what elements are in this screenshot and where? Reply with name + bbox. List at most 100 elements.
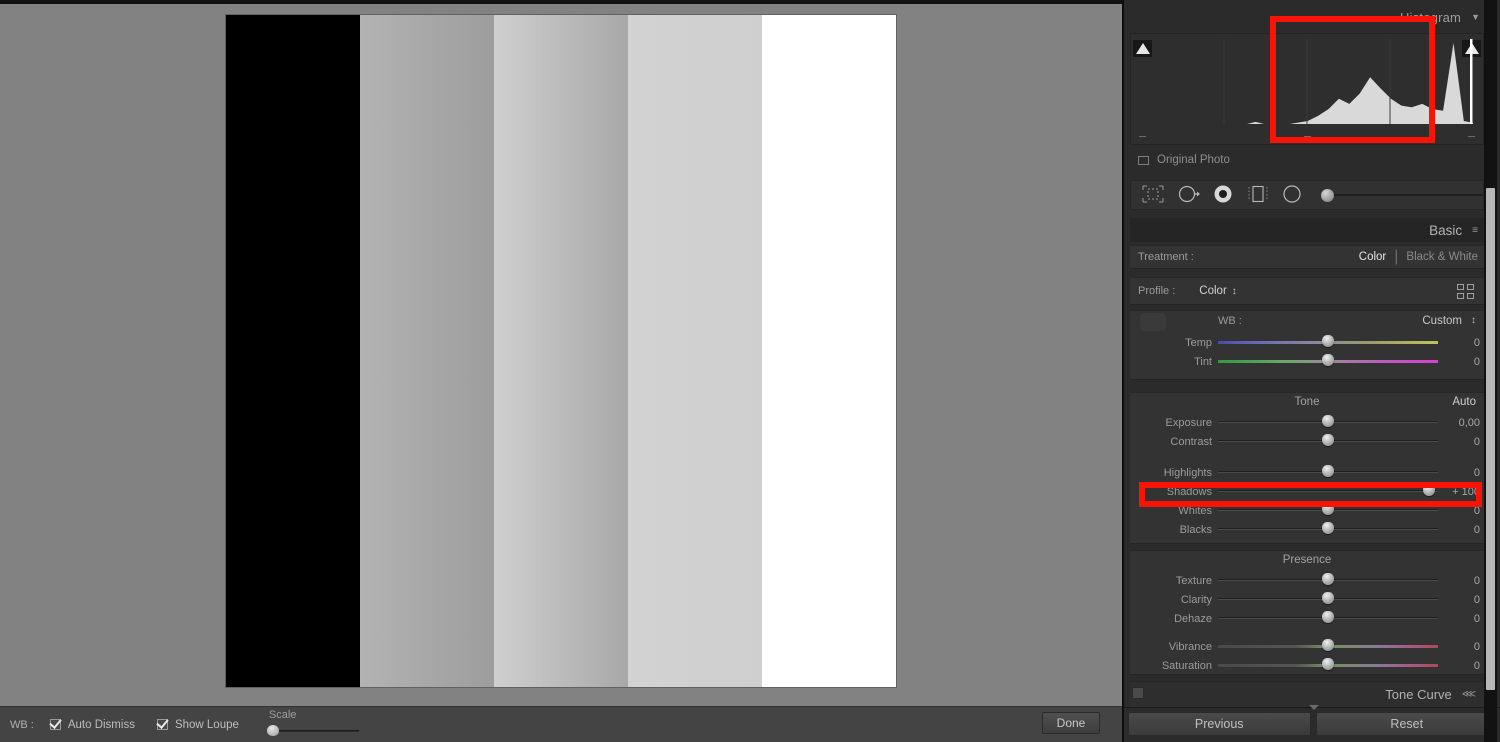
- previous-button[interactable]: Previous: [1128, 712, 1311, 736]
- graduated-filter-icon[interactable]: [1246, 184, 1272, 206]
- tone-slider-list: Exposure 0,00 Contrast 0 Highlights 0 Shadows +…: [1130, 413, 1484, 539]
- eyedropper-icon[interactable]: [1140, 313, 1166, 331]
- treatment-color-option[interactable]: Color: [1359, 251, 1386, 263]
- slider-row-tint[interactable]: Tint 0: [1130, 352, 1484, 371]
- vibrance-label: Vibrance: [1168, 641, 1212, 653]
- slider-row-saturation[interactable]: Saturation 0: [1130, 656, 1484, 675]
- slider-row-contrast[interactable]: Contrast 0: [1130, 432, 1484, 451]
- image-canvas[interactable]: [0, 0, 1122, 706]
- dehaze-handle[interactable]: [1322, 611, 1334, 623]
- slider-row-highlights[interactable]: Highlights 0: [1130, 463, 1484, 482]
- slider-row-exposure[interactable]: Exposure 0,00: [1130, 413, 1484, 432]
- brush-size-slider[interactable]: [1321, 186, 1492, 204]
- stepper-icon[interactable]: ↕: [1232, 286, 1237, 297]
- slider-row-clarity[interactable]: Clarity 0: [1130, 590, 1484, 609]
- temp-slider[interactable]: [1218, 333, 1438, 352]
- chevron-down-icon[interactable]: ▼: [1471, 12, 1480, 22]
- scale-handle[interactable]: [266, 724, 279, 736]
- blacks-value[interactable]: 0: [1444, 524, 1480, 536]
- checkbox-icon[interactable]: [1138, 155, 1149, 165]
- reset-button[interactable]: Reset: [1315, 712, 1498, 736]
- done-button[interactable]: Done: [1042, 712, 1100, 734]
- whites-value[interactable]: 0: [1444, 505, 1480, 517]
- auto-dismiss-checkbox[interactable]: Auto Dismiss: [49, 718, 135, 731]
- radial-filter-icon[interactable]: [1280, 184, 1306, 206]
- contrast-handle[interactable]: [1322, 434, 1334, 446]
- shadows-slider[interactable]: [1218, 482, 1438, 501]
- spot-removal-icon[interactable]: [1176, 184, 1202, 206]
- tint-slider[interactable]: [1218, 352, 1438, 371]
- presence-section: Presence Texture 0 Clarity 0 Dehaze 0 Vibrance…: [1130, 550, 1484, 675]
- shadows-value[interactable]: + 100: [1444, 486, 1480, 498]
- histogram-plot[interactable]: [1141, 39, 1473, 125]
- whites-slider[interactable]: [1218, 501, 1438, 520]
- brush-slider-track[interactable]: [1331, 194, 1492, 196]
- slider-row-whites[interactable]: Whites 0: [1130, 501, 1484, 520]
- slider-row-shadows[interactable]: Shadows + 100: [1130, 482, 1484, 501]
- exposure-handle[interactable]: [1322, 415, 1334, 427]
- scale-slider[interactable]: Scale: [265, 709, 361, 740]
- presence-header: Presence: [1130, 551, 1484, 571]
- tint-handle[interactable]: [1322, 354, 1334, 366]
- temp-value[interactable]: 0: [1444, 337, 1480, 349]
- contrast-slider[interactable]: [1218, 432, 1438, 451]
- vibrance-value[interactable]: 0: [1444, 641, 1480, 653]
- dehaze-value[interactable]: 0: [1444, 613, 1480, 625]
- red-eye-icon[interactable]: [1211, 184, 1237, 206]
- panel-scrollbar-thumb[interactable]: [1486, 188, 1495, 690]
- slider-row-vibrance[interactable]: Vibrance 0: [1130, 637, 1484, 656]
- brush-slider-handle[interactable]: [1321, 189, 1335, 202]
- profile-value[interactable]: Color: [1199, 285, 1226, 297]
- auto-dismiss-label: Auto Dismiss: [67, 718, 135, 731]
- contrast-value[interactable]: 0: [1444, 436, 1480, 448]
- exposure-value[interactable]: 0,00: [1444, 417, 1480, 429]
- shadows-track[interactable]: [1218, 490, 1438, 492]
- collapse-icon[interactable]: ⋘: [1462, 689, 1476, 700]
- clarity-value[interactable]: 0: [1444, 594, 1480, 606]
- treatment-bw-option[interactable]: Black & White: [1406, 251, 1478, 263]
- saturation-slider[interactable]: [1218, 656, 1438, 675]
- original-photo-toggle[interactable]: Original Photo: [1130, 150, 1484, 170]
- exposure-slider[interactable]: [1218, 413, 1438, 432]
- photo-preview[interactable]: [226, 15, 896, 687]
- blacks-slider[interactable]: [1218, 520, 1438, 539]
- whites-handle[interactable]: [1322, 503, 1334, 515]
- clarity-slider[interactable]: [1218, 590, 1438, 609]
- saturation-label: Saturation: [1161, 660, 1212, 672]
- slider-row-blacks[interactable]: Blacks 0: [1130, 520, 1484, 539]
- show-loupe-checkbox[interactable]: Show Loupe: [156, 719, 239, 731]
- dehaze-slider[interactable]: [1218, 609, 1438, 628]
- blacks-handle[interactable]: [1322, 522, 1334, 534]
- clarity-handle[interactable]: [1322, 592, 1334, 604]
- histogram-panel[interactable]: [1130, 33, 1484, 145]
- panel-resize-handle-icon[interactable]: [1309, 705, 1319, 710]
- vibrance-handle[interactable]: [1322, 639, 1334, 651]
- highlights-handle[interactable]: [1322, 465, 1334, 477]
- highlights-slider[interactable]: [1218, 463, 1438, 482]
- tone-curve-header[interactable]: Tone Curve ⋘: [1130, 681, 1484, 707]
- slider-row-dehaze[interactable]: Dehaze 0: [1130, 609, 1484, 628]
- texture-value[interactable]: 0: [1444, 575, 1480, 587]
- stepper-icon[interactable]: ↕: [1471, 315, 1476, 326]
- temp-handle[interactable]: [1322, 335, 1334, 347]
- texture-handle[interactable]: [1322, 573, 1334, 585]
- toolbar-wb-label: WB :: [10, 718, 34, 731]
- tint-value[interactable]: 0: [1444, 356, 1480, 368]
- histogram-header[interactable]: Histogram ▼: [1130, 4, 1486, 30]
- panel-switch-icon[interactable]: [1132, 687, 1144, 699]
- slider-row-texture[interactable]: Texture 0: [1130, 571, 1484, 590]
- shadows-handle[interactable]: [1423, 484, 1436, 496]
- scale-track[interactable]: [268, 729, 359, 732]
- vibrance-slider[interactable]: [1218, 637, 1438, 656]
- saturation-value[interactable]: 0: [1444, 660, 1480, 672]
- highlights-value[interactable]: 0: [1444, 467, 1480, 479]
- basic-panel-header[interactable]: Basic ≡: [1130, 218, 1484, 242]
- tone-auto-button[interactable]: Auto: [1452, 396, 1476, 408]
- slider-row-temp[interactable]: Temp 0: [1130, 333, 1484, 352]
- crop-overlay-icon[interactable]: [1141, 184, 1167, 206]
- profile-browser-icon[interactable]: [1457, 283, 1474, 299]
- saturation-handle[interactable]: [1322, 658, 1334, 670]
- texture-slider[interactable]: [1218, 571, 1438, 590]
- collapse-icon[interactable]: ≡: [1472, 225, 1478, 236]
- wb-value[interactable]: Custom: [1422, 315, 1462, 327]
